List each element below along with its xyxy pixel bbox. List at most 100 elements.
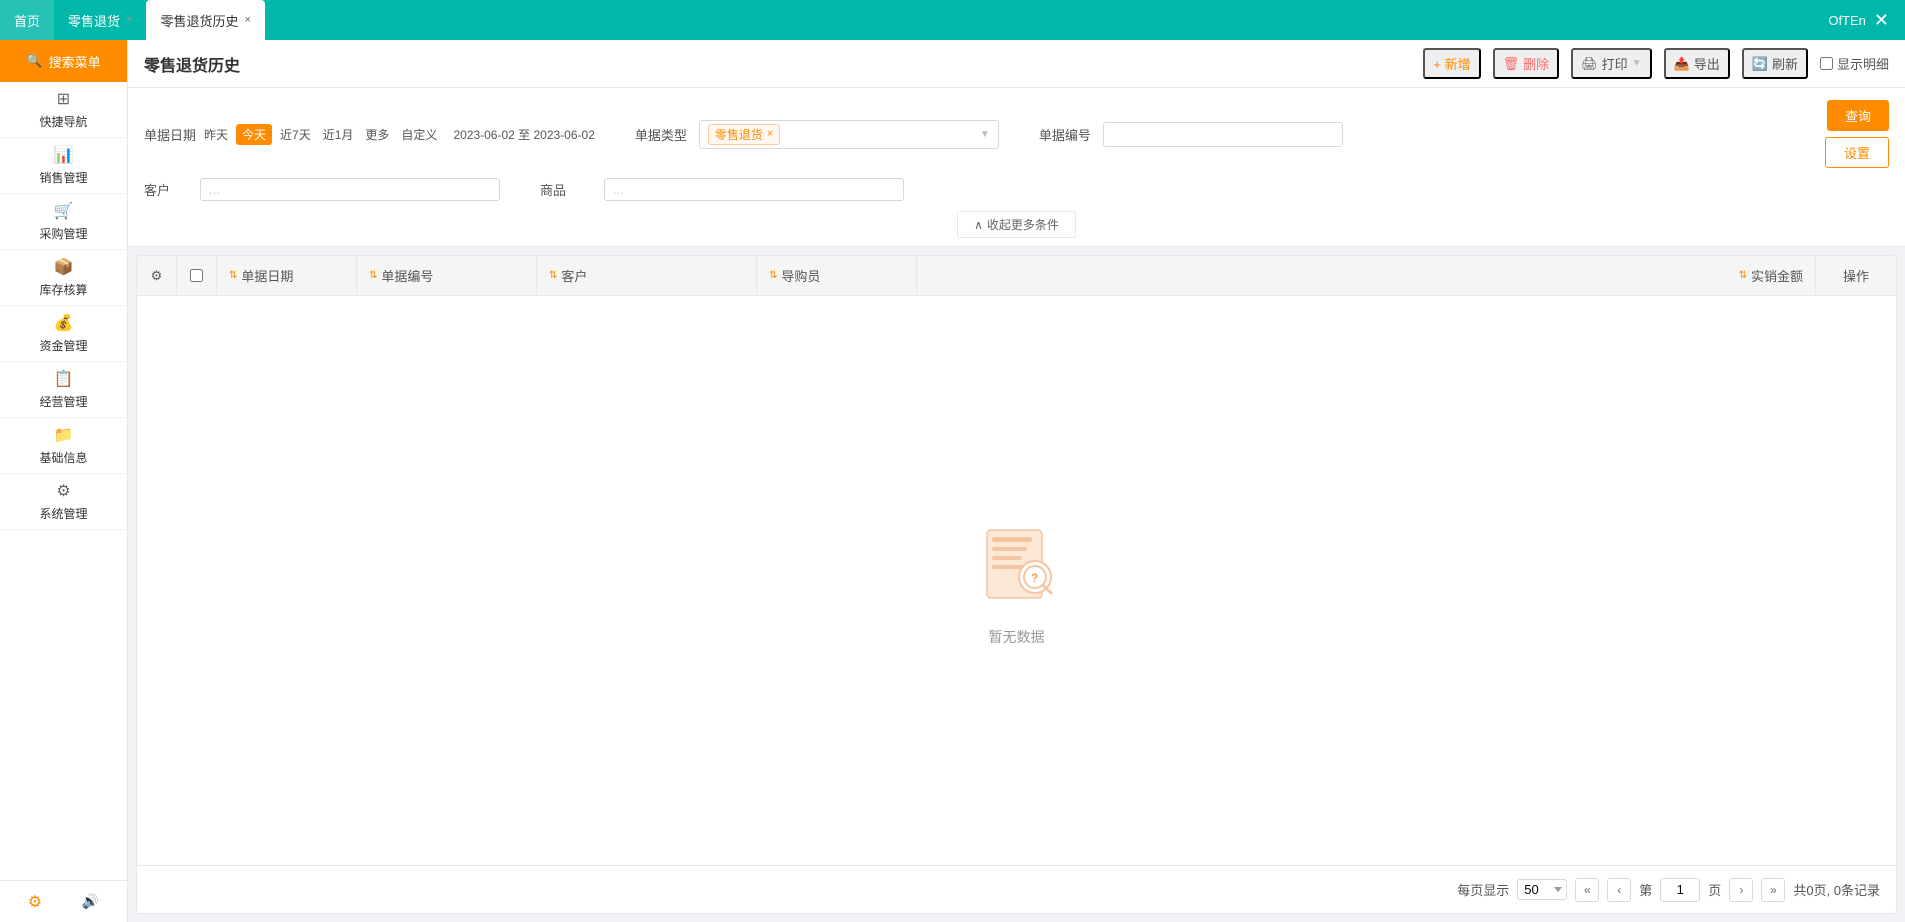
type-filter-label: 单据类型 [635,125,691,144]
select-all-checkbox[interactable] [190,269,203,282]
type-tag: 零售退货 × [708,124,780,145]
sys-mgmt-icon: ⚙ [54,481,74,501]
show-detail-checkbox-area[interactable]: 显示明细 [1820,54,1889,73]
new-button[interactable]: + 新增 [1423,48,1480,79]
topbar-brand: OfTEn ✕ [1828,10,1905,31]
date-opt-more[interactable]: 更多 [361,124,393,145]
set-button[interactable]: 设置 [1825,137,1889,168]
sidebar-bottom: ⚙ 🔊 [0,880,127,922]
sidebar-item-basic-info[interactable]: 📁 基础信息 [0,418,127,474]
retail-return-history-tab-label: 零售退货历史 [160,11,238,30]
stock-check-icon: 📦 [54,257,74,277]
sidebar-item-finance-mgmt[interactable]: 💰 资金管理 [0,306,127,362]
sidebar-item-stock-check[interactable]: 📦 库存核算 [0,250,127,306]
sort-icon: ⇅ [769,270,777,281]
sidebar-search[interactable]: 🔍 搜索菜单 [0,40,127,82]
page-header: 零售退货历史 + 新增 🗑 删除 🖨 打印 ▼ 📤 导出 🔄 [128,40,1905,88]
th-settings[interactable]: ⚙ [137,256,177,295]
retail-return-history-tab-close[interactable]: × [244,14,250,26]
page-input[interactable] [1660,878,1700,902]
ops-mgmt-icon: 📋 [54,369,74,389]
tab-home[interactable]: 首页 [0,0,54,40]
next-page-button[interactable]: › [1729,878,1753,902]
header-actions: + 新增 🗑 删除 🖨 打印 ▼ 📤 导出 🔄 刷新 [1423,48,1889,79]
settings-icon[interactable]: ⚙ [28,892,42,912]
retail-return-tab-label: 零售退货 [68,11,120,30]
empty-illustration: ? [967,515,1067,615]
date-opt-7days[interactable]: 近7天 [276,124,315,145]
sidebar-item-sales-mgmt[interactable]: 📊 销售管理 [0,138,127,194]
per-page-select[interactable]: 10 20 50 100 [1517,879,1567,900]
tab-retail-return[interactable]: 零售退货 × [54,0,146,40]
th-num[interactable]: ⇅ 单据编号 [357,256,537,295]
type-filter-input[interactable]: 零售退货 × ▼ [699,120,999,149]
volume-icon[interactable]: 🔊 [82,893,99,910]
topbar-close-icon[interactable]: ✕ [1874,10,1889,31]
svg-text:?: ? [1031,571,1038,585]
refresh-icon: 🔄 [1752,56,1768,72]
table-wrapper: ⚙ ⇅ 单据日期 ⇅ 单据编号 ⇅ 客户 ⇅ [136,255,1897,914]
voucher-input[interactable] [1103,122,1343,147]
sort-icon: ⇅ [229,270,237,281]
finance-mgmt-icon: 💰 [54,313,74,333]
th-ops: 操作 [1816,256,1896,295]
query-button[interactable]: 查询 [1827,100,1889,131]
sidebar-item-ops-mgmt[interactable]: 📋 经营管理 [0,362,127,418]
type-dropdown-icon: ▼ [980,129,990,140]
top-bar: 首页 零售退货 × 零售退货历史 × OfTEn ✕ [0,0,1905,40]
sidebar-item-sys-mgmt[interactable]: ⚙ 系统管理 [0,474,127,530]
sort-icon: ⇅ [549,270,557,281]
page-label: 第 [1639,880,1652,899]
sidebar-item-purchase-mgmt[interactable]: 🛒 采购管理 [0,194,127,250]
show-detail-checkbox[interactable] [1820,57,1833,70]
page-unit: 页 [1708,880,1721,899]
type-tag-close[interactable]: × [767,128,773,140]
customer-filter-input[interactable]: ... [200,178,500,201]
export-button[interactable]: 📤 导出 [1664,48,1730,79]
th-amount[interactable]: ⇅ 实销金额 [917,256,1816,295]
date-filter-label: 单据日期 [144,125,200,144]
date-opt-yesterday[interactable]: 昨天 [200,124,232,145]
sidebar-item-label: 资金管理 [39,337,87,354]
settings-col-icon: ⚙ [151,268,163,284]
sidebar-item-label: 系统管理 [39,505,87,522]
th-customer[interactable]: ⇅ 客户 [537,256,757,295]
sidebar: 🔍 搜索菜单 ⊞ 快捷导航 📊 销售管理 🛒 采购管理 📦 库存核算 💰 资金管… [0,40,128,922]
print-chevron-icon: ▼ [1632,58,1642,69]
first-page-button[interactable]: « [1575,878,1599,902]
tab-retail-return-history[interactable]: 零售退货历史 × [146,0,264,40]
goods-filter-input[interactable]: ... [604,178,904,201]
sort-icon: ⇅ [1739,270,1747,281]
print-icon: 🖨 [1581,56,1598,72]
date-opt-custom[interactable]: 自定义 [397,124,441,145]
customer-filter-label: 客户 [144,180,200,199]
prev-page-button[interactable]: ‹ [1607,878,1631,902]
date-opt-1month[interactable]: 近1月 [319,124,358,145]
th-guide[interactable]: ⇅ 导购员 [757,256,917,295]
total-label: 共0页, 0条记录 [1793,880,1880,899]
date-opt-today[interactable]: 今天 [236,124,272,145]
filter-row-date: 单据日期 昨天 今天 近7天 近1月 更多 自定义 2023-06-02 至 2… [144,100,1889,168]
search-icon: 🔍 [26,53,42,69]
purchase-mgmt-icon: 🛒 [54,201,74,221]
th-date[interactable]: ⇅ 单据日期 [217,256,357,295]
per-page-label: 每页显示 [1457,880,1509,899]
pagination: 每页显示 10 20 50 100 « ‹ 第 页 › » 共0页, 0条记录 [137,865,1896,913]
th-check[interactable] [177,256,217,295]
collapse-button[interactable]: ∧ 收起更多条件 [957,211,1076,238]
print-button[interactable]: 🖨 打印 ▼ [1571,48,1651,79]
content-area: 零售退货历史 + 新增 🗑 删除 🖨 打印 ▼ 📤 导出 🔄 [128,40,1905,922]
sidebar-item-label: 库存核算 [39,281,87,298]
sidebar-item-label: 销售管理 [39,169,87,186]
delete-button[interactable]: 🗑 删除 [1493,48,1560,79]
refresh-button[interactable]: 🔄 刷新 [1742,48,1808,79]
retail-return-tab-close[interactable]: × [126,14,132,26]
date-options: 昨天 今天 近7天 近1月 更多 自定义 [200,124,441,145]
show-detail-label: 显示明细 [1837,54,1889,73]
sidebar-item-quick-nav[interactable]: ⊞ 快捷导航 [0,82,127,138]
last-page-button[interactable]: » [1761,878,1785,902]
sidebar-search-label: 搜索菜单 [49,52,101,71]
date-range-display: 2023-06-02 至 2023-06-02 [453,126,594,143]
voucher-filter-group: 单据编号 [1039,122,1343,147]
basic-info-icon: 📁 [54,425,74,445]
